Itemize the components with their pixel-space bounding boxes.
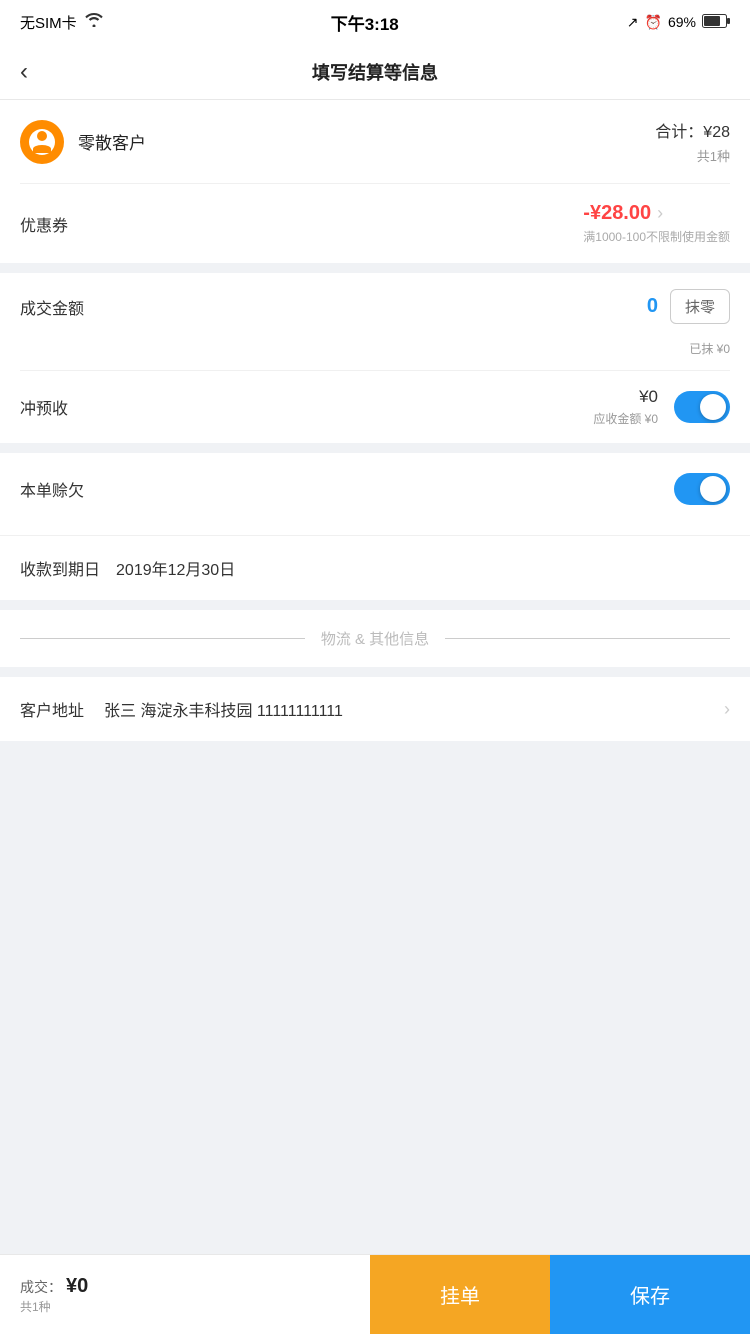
coupon-description: 满1000-100不限制使用金额 (583, 228, 730, 245)
bottom-count: 共1种 (20, 1298, 350, 1315)
customer-left: 零散客户 (20, 120, 146, 164)
status-left: 无SIM卡 (20, 12, 103, 33)
nav-bar: ‹ 填写结算等信息 (0, 44, 750, 100)
alarm-icon: ⏰ (645, 14, 662, 31)
pre-amount-sub: 应收金额 ¥0 (593, 410, 658, 427)
transaction-right: 0 抹零 (647, 289, 730, 324)
status-bar: 无SIM卡 下午3:18 ↗ ⏰ 69% (0, 0, 750, 44)
debit-row: 本单赊欠 (0, 453, 750, 525)
transaction-label: 成交金额 (20, 295, 84, 319)
customer-total-right: 合计：¥28 共1种 (655, 118, 730, 165)
toggle-knob (700, 394, 726, 420)
customer-name: 零散客户 (78, 129, 146, 154)
page-title: 填写结算等信息 (312, 59, 438, 85)
save-button[interactable]: 保存 (550, 1255, 750, 1334)
status-right: ↗ ⏰ 69% (627, 14, 730, 31)
logistics-divider-right (445, 638, 730, 639)
network-label: 无SIM卡 (20, 12, 77, 33)
pre-collect-amounts: ¥0 应收金额 ¥0 (593, 387, 658, 427)
logistics-title: 物流 & 其他信息 (321, 628, 429, 649)
battery-icon (702, 14, 730, 31)
due-date-value: 2019年12月30日 (116, 556, 235, 580)
pre-collect-label: 冲预收 (20, 395, 68, 419)
logistics-header: 物流 & 其他信息 (0, 610, 750, 667)
transaction-sub-text: 已抹 ¥0 (689, 342, 730, 356)
back-button[interactable]: ‹ (20, 58, 28, 86)
coupon-discount: -¥28.00 (583, 202, 651, 225)
due-date-label: 收款到期日 (20, 556, 100, 580)
pre-amount-main: ¥0 (593, 387, 658, 407)
address-value: 张三 海淀永丰科技园 11111111111 (104, 697, 724, 721)
avatar-icon (29, 129, 55, 155)
bottom-left: 成交： ¥0 共1种 (0, 1275, 370, 1315)
battery-label: 69% (668, 14, 696, 30)
bottom-transaction-label: 成交： (20, 1277, 62, 1297)
address-row[interactable]: 客户地址 张三 海淀永丰科技园 11111111111 › (0, 677, 750, 741)
address-section: 客户地址 张三 海淀永丰科技园 11111111111 › (0, 677, 750, 741)
pre-collect-right: ¥0 应收金额 ¥0 (593, 387, 730, 427)
total-count: 共1种 (655, 146, 730, 165)
hold-button[interactable]: 挂单 (370, 1255, 550, 1334)
chevron-right-icon: › (657, 203, 663, 224)
debit-section: 本单赊欠 收款到期日 2019年12月30日 (0, 453, 750, 600)
transaction-row: 成交金额 0 抹零 (0, 273, 750, 340)
debit-toggle[interactable] (674, 473, 730, 505)
coupon-value-row: -¥28.00 › (583, 202, 730, 225)
wifi-icon (85, 13, 103, 31)
customer-section: 零散客户 合计：¥28 共1种 优惠券 -¥28.00 › 满1000-100不… (0, 100, 750, 263)
status-time: 下午3:18 (331, 10, 399, 35)
due-date-row: 收款到期日 2019年12月30日 (0, 535, 750, 600)
transaction-value: 0 (647, 295, 658, 318)
address-label: 客户地址 (20, 697, 84, 721)
address-chevron-icon: › (724, 699, 730, 720)
transaction-section: 成交金额 0 抹零 已抹 ¥0 冲预收 ¥0 应收金额 ¥0 (0, 273, 750, 443)
pre-collect-row: 冲预收 ¥0 应收金额 ¥0 (0, 371, 750, 443)
coupon-row[interactable]: 优惠券 -¥28.00 › 满1000-100不限制使用金额 (0, 184, 750, 263)
logistics-divider-left (20, 638, 305, 639)
debit-toggle-knob (700, 476, 726, 502)
debit-label: 本单赊欠 (20, 477, 84, 501)
content: 零散客户 合计：¥28 共1种 优惠券 -¥28.00 › 满1000-100不… (0, 100, 750, 841)
location-icon: ↗ (627, 14, 639, 31)
coupon-right: -¥28.00 › 满1000-100不限制使用金额 (583, 202, 730, 245)
bottom-bar: 成交： ¥0 共1种 挂单 保存 (0, 1254, 750, 1334)
bottom-transaction-row: 成交： ¥0 (20, 1275, 350, 1298)
bottom-transaction-amount: ¥0 (66, 1275, 88, 1298)
avatar (20, 120, 64, 164)
customer-row: 零散客户 合计：¥28 共1种 (0, 100, 750, 183)
round-down-button[interactable]: 抹零 (670, 289, 730, 324)
coupon-label: 优惠券 (20, 212, 68, 236)
total-amount: 合计：¥28 (655, 118, 730, 142)
pre-collect-toggle[interactable] (674, 391, 730, 423)
logistics-section: 物流 & 其他信息 (0, 610, 750, 667)
transaction-sub: 已抹 ¥0 (0, 340, 750, 370)
